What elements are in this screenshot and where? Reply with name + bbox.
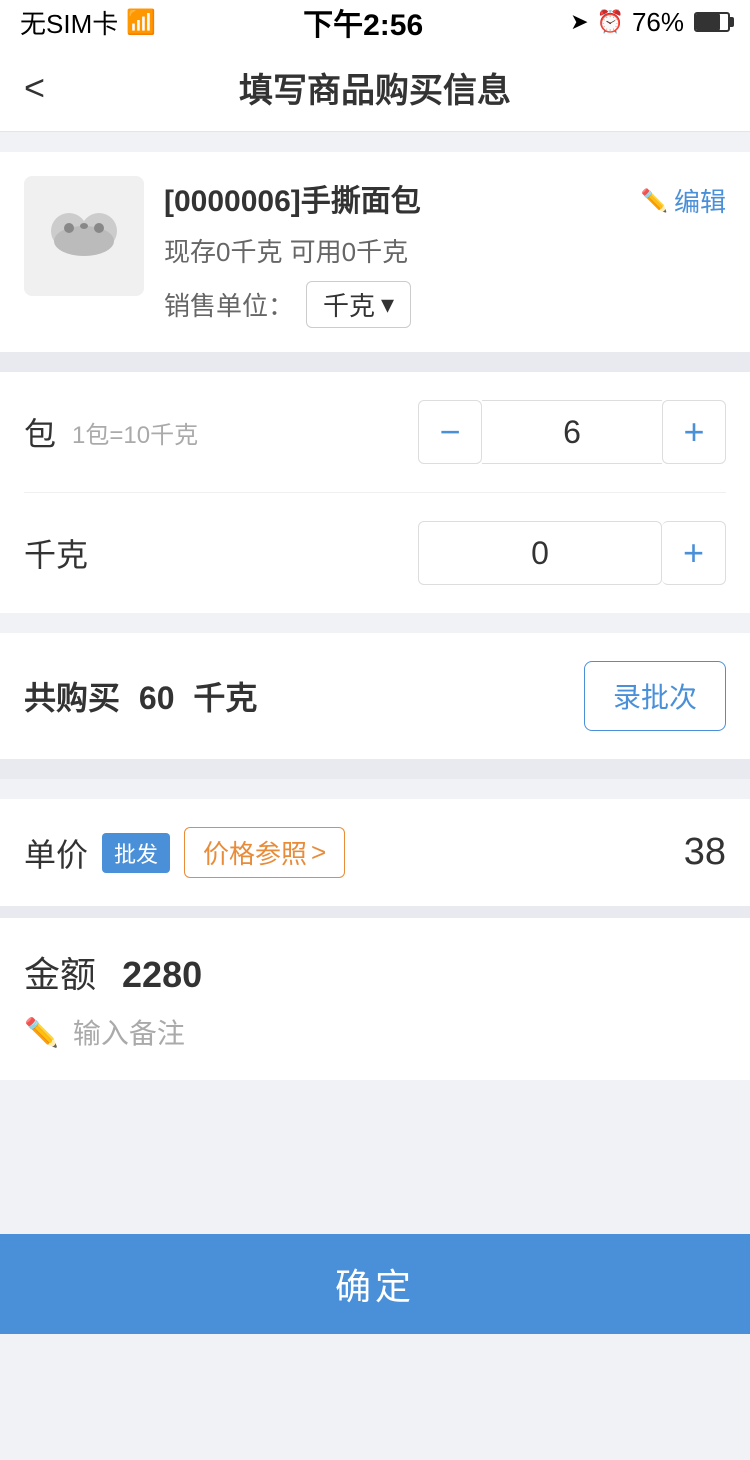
status-bar: 无SIM卡 📶 下午2:56 ➤ ⏰ 76% <box>0 0 750 44</box>
notes-placeholder: 输入备注 <box>73 1012 185 1052</box>
status-left: 无SIM卡 📶 <box>20 4 156 41</box>
battery-text: 76% <box>632 7 684 38</box>
increase-bao-button[interactable]: + <box>662 400 726 464</box>
wifi-icon: 📶 <box>126 8 156 37</box>
price-label: 单价 <box>24 830 88 876</box>
quantity-control-bao: − + <box>418 400 726 464</box>
pencil-icon: ✏️ <box>24 1016 59 1049</box>
location-icon: ➤ <box>570 9 588 35</box>
price-section: 单价 批发 价格参照 > 38 <box>0 799 750 906</box>
total-text: 共购买 60 千克 <box>24 673 257 719</box>
increase-kg-button[interactable]: + <box>662 521 726 585</box>
quantity-label-bao: 包 1包=10千克 <box>24 409 198 455</box>
battery-icon <box>694 12 730 32</box>
carrier-text: 无SIM卡 <box>20 4 118 41</box>
unit-select[interactable]: 千克 ▾ <box>306 281 411 328</box>
confirm-section[interactable]: 确定 <box>0 1234 750 1334</box>
total-section: 共购买 60 千克 录批次 <box>0 633 750 759</box>
notes-row[interactable]: ✏️ 输入备注 <box>0 1012 750 1080</box>
decrease-bao-button[interactable]: − <box>418 400 482 464</box>
product-thumbnail <box>24 176 144 296</box>
section-divider-1 <box>0 352 750 372</box>
quantity-section: 包 1包=10千克 − + 千克 + <box>0 372 750 613</box>
quantity-kg-input[interactable] <box>418 521 662 585</box>
price-tag: 批发 <box>102 833 170 873</box>
status-time: 下午2:56 <box>303 0 423 44</box>
page-title: 填写商品购买信息 <box>239 63 511 112</box>
edit-button[interactable]: ✏️ 编辑 <box>641 182 726 219</box>
batch-button[interactable]: 录批次 <box>584 661 726 731</box>
section-divider-2 <box>0 759 750 779</box>
quantity-row-bao: 包 1包=10千克 − + <box>24 372 726 493</box>
price-left: 单价 批发 价格参照 > <box>24 827 345 878</box>
quantity-bao-input[interactable] <box>482 400 662 464</box>
product-stock: 现存0千克 可用0千克 <box>164 232 726 269</box>
nav-bar: < 填写商品购买信息 <box>0 44 750 132</box>
confirm-button[interactable]: 确定 <box>335 1258 415 1310</box>
dropdown-icon: ▾ <box>381 289 394 320</box>
back-button[interactable]: < <box>24 67 45 109</box>
price-reference-button[interactable]: 价格参照 > <box>184 827 345 878</box>
edit-icon: ✏️ <box>641 188 668 214</box>
chevron-right-icon: > <box>311 837 326 868</box>
product-card: [0000006]手撕面包 现存0千克 可用0千克 销售单位： 千克 ▾ ✏️ … <box>0 152 750 352</box>
alarm-icon: ⏰ <box>597 9 624 35</box>
quantity-control-kg: + <box>418 521 726 585</box>
price-value: 38 <box>684 831 726 874</box>
quantity-row-kg: 千克 + <box>24 493 726 613</box>
status-right: ➤ ⏰ 76% <box>570 7 730 38</box>
amount-row: 金额 2280 <box>0 918 750 1012</box>
amount-notes-section: 金额 2280 ✏️ 输入备注 <box>0 906 750 1080</box>
product-unit: 销售单位： 千克 ▾ <box>164 281 726 328</box>
quantity-label-kg: 千克 <box>24 530 88 576</box>
